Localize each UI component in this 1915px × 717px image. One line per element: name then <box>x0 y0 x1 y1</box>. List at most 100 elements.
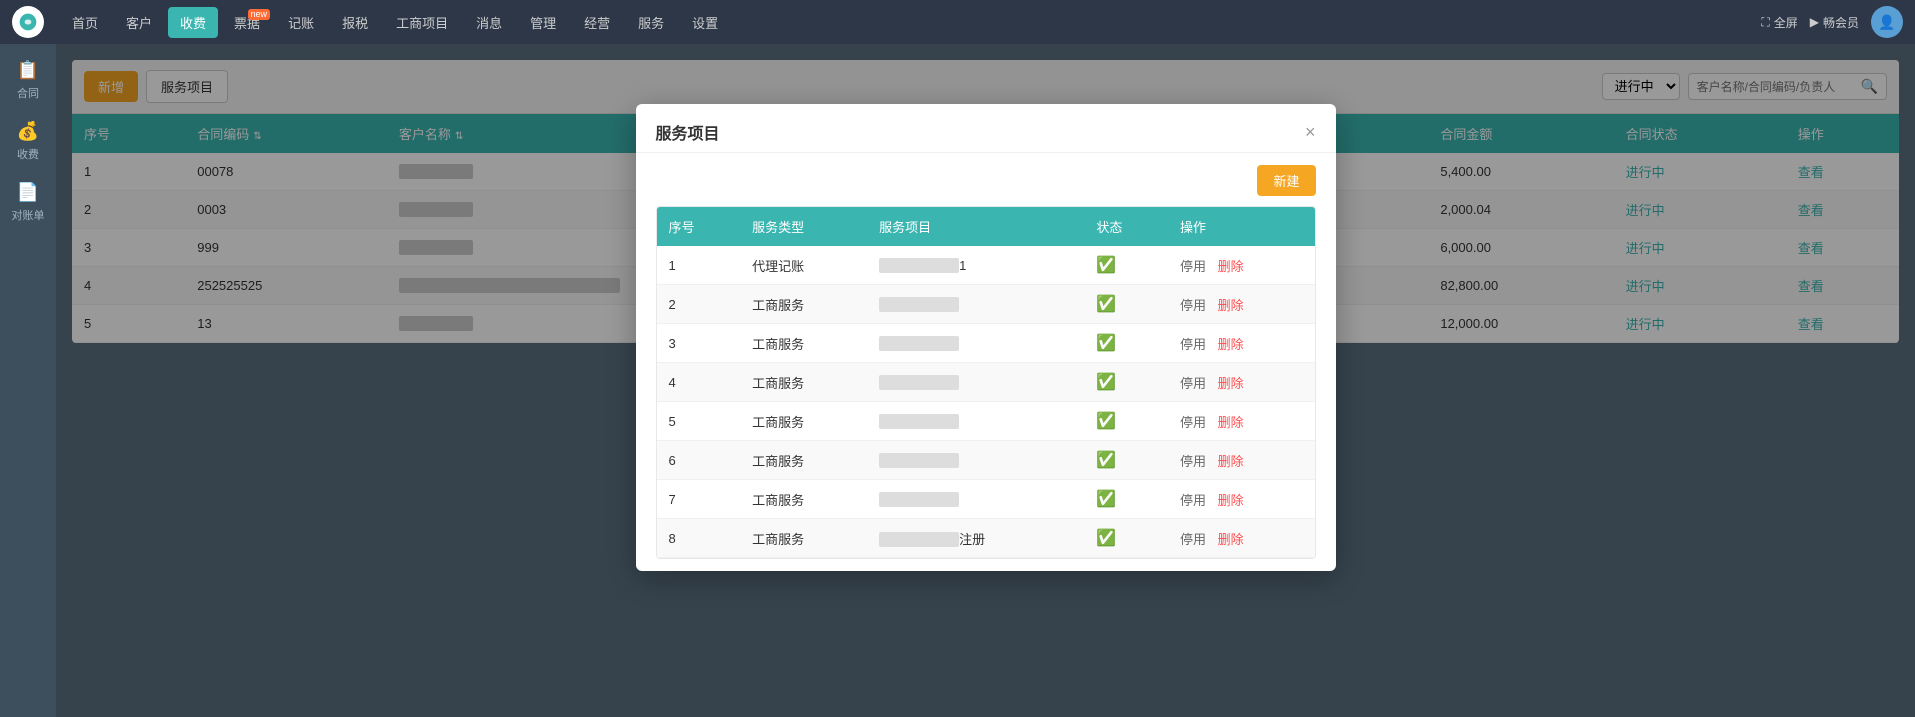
modal-table-row: 1 代理记账 1 ✅ 停用 删除 <box>657 246 1315 285</box>
modal-cell-type: 工商服务 <box>740 441 867 480</box>
stop-action[interactable]: 停用 <box>1180 493 1206 508</box>
modal-cell-status: ✅ <box>1084 441 1168 480</box>
modal-overlay: 服务项目 × 新建 序号 服务类型 <box>56 44 1915 717</box>
modal-cell-seq: 1 <box>657 246 741 285</box>
modal-cell-status: ✅ <box>1084 402 1168 441</box>
modal-cell-type: 工商服务 <box>740 285 867 324</box>
modal-cell-status: ✅ <box>1084 480 1168 519</box>
nav-home[interactable]: 首页 <box>60 7 110 38</box>
modal-col-item: 服务项目 <box>867 207 1084 246</box>
fullscreen-button[interactable]: ⛶ 全屏 <box>1761 14 1797 31</box>
modal-cell-seq: 3 <box>657 324 741 363</box>
top-navigation: 首页 客户 收费 票据 new 记账 报税 工商项目 消息 管理 经营 服务 设… <box>0 0 1915 44</box>
modal-cell-item <box>867 285 1084 324</box>
modal-cell-action: 停用 删除 <box>1168 285 1315 324</box>
nav-message[interactable]: 消息 <box>464 7 514 38</box>
stop-action[interactable]: 停用 <box>1180 376 1206 391</box>
status-check-icon: ✅ <box>1096 452 1116 469</box>
modal-table-wrap[interactable]: 序号 服务类型 服务项目 状态 操作 1 代理记账 1 <box>656 206 1316 559</box>
modal-table-row: 3 工商服务 ✅ 停用 删除 <box>657 324 1315 363</box>
modal-table-row: 2 工商服务 ✅ 停用 删除 <box>657 285 1315 324</box>
modal-col-status: 状态 <box>1084 207 1168 246</box>
nav-settings[interactable]: 设置 <box>680 7 730 38</box>
modal-table-row: 7 工商服务 ✅ 停用 删除 <box>657 480 1315 519</box>
status-check-icon: ✅ <box>1096 530 1116 547</box>
app-logo <box>12 6 44 38</box>
modal-cell-item <box>867 441 1084 480</box>
modal-cell-seq: 7 <box>657 480 741 519</box>
delete-action[interactable]: 删除 <box>1218 298 1244 313</box>
modal-cell-item <box>867 363 1084 402</box>
charge-icon: 💰 <box>17 121 39 142</box>
modal-cell-type: 工商服务 <box>740 402 867 441</box>
delete-action[interactable]: 删除 <box>1218 415 1244 430</box>
stop-action[interactable]: 停用 <box>1180 415 1206 430</box>
nav-operation[interactable]: 经营 <box>572 7 622 38</box>
stop-action[interactable]: 停用 <box>1180 454 1206 469</box>
delete-action[interactable]: 删除 <box>1218 337 1244 352</box>
modal-table-row: 5 工商服务 ✅ 停用 删除 <box>657 402 1315 441</box>
modal-cell-type: 工商服务 <box>740 324 867 363</box>
vip-icon: ▶ <box>1810 15 1819 29</box>
nav-tax[interactable]: 报税 <box>330 7 380 38</box>
modal-cell-item <box>867 324 1084 363</box>
modal-cell-item <box>867 480 1084 519</box>
nav-manage[interactable]: 管理 <box>518 7 568 38</box>
modal-table-row: 6 工商服务 ✅ 停用 删除 <box>657 441 1315 480</box>
sidebar-item-contract[interactable]: 📋 合同 <box>3 52 53 109</box>
modal-cell-seq: 5 <box>657 402 741 441</box>
modal-cell-seq: 2 <box>657 285 741 324</box>
status-check-icon: ✅ <box>1096 296 1116 313</box>
status-check-icon: ✅ <box>1096 413 1116 430</box>
sidebar: 📋 合同 💰 收费 📄 对账单 <box>0 44 56 717</box>
nav-ticket[interactable]: 票据 new <box>222 7 272 38</box>
nav-items: 首页 客户 收费 票据 new 记账 报税 工商项目 消息 管理 经营 服务 设… <box>60 7 1761 38</box>
delete-action[interactable]: 删除 <box>1218 259 1244 274</box>
nav-customer[interactable]: 客户 <box>114 7 164 38</box>
stop-action[interactable]: 停用 <box>1180 259 1206 274</box>
modal-cell-item <box>867 402 1084 441</box>
modal-cell-action: 停用 删除 <box>1168 402 1315 441</box>
nav-service[interactable]: 服务 <box>626 7 676 38</box>
service-item-modal: 服务项目 × 新建 序号 服务类型 <box>636 104 1336 571</box>
modal-title: 服务项目 <box>656 120 720 144</box>
modal-cell-status: ✅ <box>1084 285 1168 324</box>
modal-cell-type: 代理记账 <box>740 246 867 285</box>
modal-new-button[interactable]: 新建 <box>1257 165 1315 196</box>
stop-action[interactable]: 停用 <box>1180 532 1206 547</box>
vip-button[interactable]: ▶ 畅会员 <box>1810 14 1859 31</box>
modal-cell-seq: 8 <box>657 519 741 558</box>
sidebar-item-statement[interactable]: 📄 对账单 <box>3 174 53 231</box>
content-area: 新增 服务项目 进行中 🔍 序号 合同编码⇅ <box>56 44 1915 717</box>
user-avatar[interactable]: 👤 <box>1871 6 1903 38</box>
modal-cell-status: ✅ <box>1084 519 1168 558</box>
delete-action[interactable]: 删除 <box>1218 493 1244 508</box>
nav-commerce[interactable]: 工商项目 <box>384 7 460 38</box>
contract-icon: 📋 <box>17 60 39 81</box>
modal-header-row: 序号 服务类型 服务项目 状态 操作 <box>657 207 1315 246</box>
modal-table-row: 8 工商服务 注册 ✅ 停用 删除 <box>657 519 1315 558</box>
stop-action[interactable]: 停用 <box>1180 298 1206 313</box>
modal-cell-seq: 6 <box>657 441 741 480</box>
modal-cell-action: 停用 删除 <box>1168 246 1315 285</box>
fullscreen-icon: ⛶ <box>1761 15 1769 30</box>
modal-cell-item: 注册 <box>867 519 1084 558</box>
nav-bookkeeping[interactable]: 记账 <box>276 7 326 38</box>
new-badge: new <box>248 9 271 20</box>
modal-cell-action: 停用 删除 <box>1168 363 1315 402</box>
modal-cell-action: 停用 删除 <box>1168 480 1315 519</box>
modal-cell-type: 工商服务 <box>740 363 867 402</box>
sidebar-item-charge[interactable]: 💰 收费 <box>3 113 53 170</box>
delete-action[interactable]: 删除 <box>1218 376 1244 391</box>
delete-action[interactable]: 删除 <box>1218 532 1244 547</box>
status-check-icon: ✅ <box>1096 374 1116 391</box>
modal-col-action: 操作 <box>1168 207 1315 246</box>
nav-charge[interactable]: 收费 <box>168 7 218 38</box>
modal-table-container: 序号 服务类型 服务项目 状态 操作 1 代理记账 1 <box>656 206 1316 559</box>
modal-col-seq: 序号 <box>657 207 741 246</box>
delete-action[interactable]: 删除 <box>1218 454 1244 469</box>
stop-action[interactable]: 停用 <box>1180 337 1206 352</box>
status-check-icon: ✅ <box>1096 257 1116 274</box>
modal-cell-status: ✅ <box>1084 246 1168 285</box>
modal-close-button[interactable]: × <box>1305 123 1316 141</box>
